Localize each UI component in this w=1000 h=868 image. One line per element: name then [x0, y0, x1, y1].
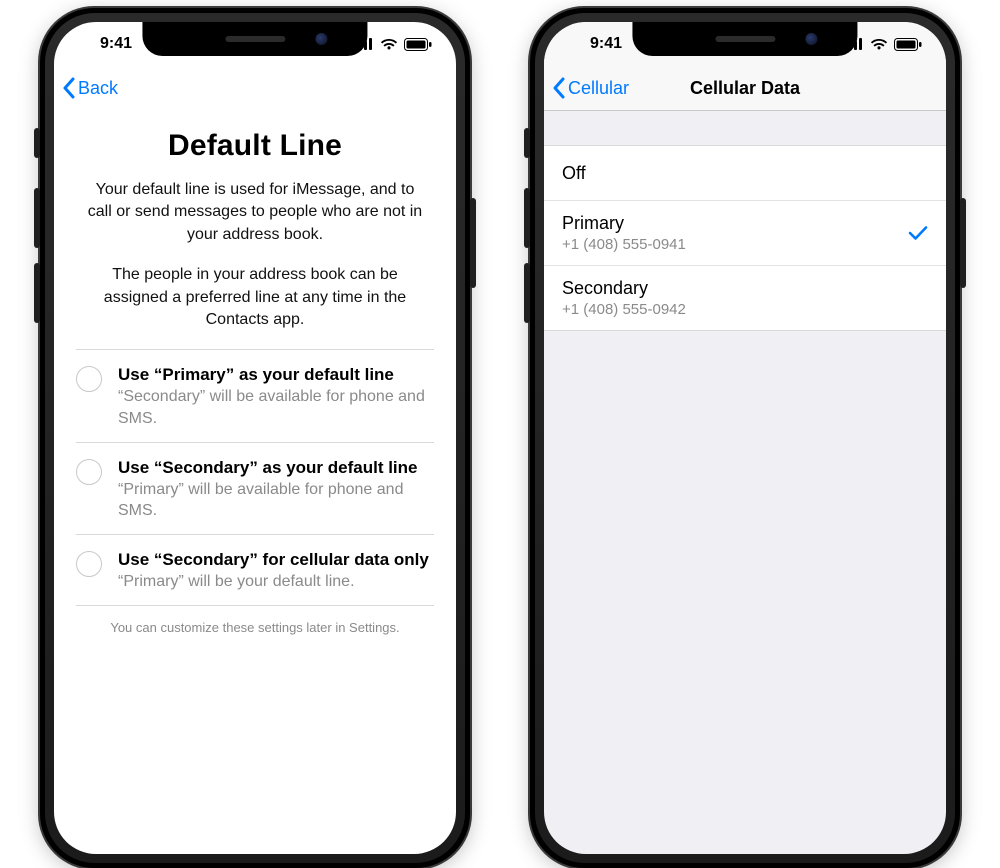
line-selection-group: Off Primary +1 (408) 555-0941 Secondary	[544, 145, 946, 331]
footer-note: You can customize these settings later i…	[76, 606, 434, 655]
speaker-grille	[715, 36, 775, 42]
radio-icon	[76, 366, 102, 392]
device-right: 9:41	[530, 8, 960, 868]
nav-bar: Back	[54, 66, 456, 111]
side-button	[470, 198, 476, 288]
screen: 9:41	[544, 22, 946, 854]
cell-off[interactable]: Off	[544, 146, 946, 201]
radio-icon	[76, 551, 102, 577]
option-secondary-default[interactable]: Use “Secondary” as your default line “Pr…	[76, 443, 434, 535]
mute-switch	[34, 128, 40, 158]
option-secondary-data-only[interactable]: Use “Secondary” for cellular data only “…	[76, 535, 434, 606]
description-1: Your default line is used for iMessage, …	[82, 179, 428, 246]
nav-bar: Cellular Cellular Data	[544, 66, 946, 111]
radio-icon	[76, 459, 102, 485]
volume-down-button	[524, 263, 530, 323]
side-button	[960, 198, 966, 288]
content: Default Line Your default line is used f…	[54, 129, 456, 655]
battery-icon	[894, 38, 922, 51]
option-subtitle: “Primary” will be your default line.	[118, 571, 429, 593]
front-camera	[806, 33, 818, 45]
status-time: 9:41	[576, 35, 636, 53]
option-title: Use “Secondary” as your default line	[118, 457, 434, 479]
back-button[interactable]: Back	[54, 77, 118, 99]
front-camera	[316, 33, 328, 45]
screen: 9:41	[54, 22, 456, 854]
cell-sublabel: +1 (408) 555-0941	[562, 236, 908, 253]
battery-icon	[404, 38, 432, 51]
cell-label: Secondary	[562, 278, 928, 299]
wifi-icon	[870, 38, 888, 50]
back-button[interactable]: Cellular	[544, 77, 629, 99]
chevron-left-icon	[552, 77, 566, 99]
device-left: 9:41	[40, 8, 470, 868]
speaker-grille	[225, 36, 285, 42]
mute-switch	[524, 128, 530, 158]
option-subtitle: “Secondary” will be available for phone …	[118, 386, 434, 429]
cell-primary[interactable]: Primary +1 (408) 555-0941	[544, 201, 946, 266]
status-time: 9:41	[86, 35, 146, 53]
back-label: Cellular	[568, 78, 629, 99]
notch	[142, 22, 367, 56]
option-title: Use “Primary” as your default line	[118, 364, 434, 386]
volume-down-button	[34, 263, 40, 323]
chevron-left-icon	[62, 77, 76, 99]
volume-up-button	[34, 188, 40, 248]
volume-up-button	[524, 188, 530, 248]
checkmark-icon	[908, 225, 928, 241]
cell-label: Primary	[562, 213, 908, 234]
options-list: Use “Primary” as your default line “Seco…	[76, 349, 434, 605]
cell-secondary[interactable]: Secondary +1 (408) 555-0942	[544, 266, 946, 330]
back-label: Back	[78, 78, 118, 99]
page-title: Default Line	[76, 129, 434, 163]
option-subtitle: “Primary” will be available for phone an…	[118, 479, 434, 522]
cell-label: Off	[562, 163, 928, 184]
wifi-icon	[380, 38, 398, 50]
notch	[632, 22, 857, 56]
option-title: Use “Secondary” for cellular data only	[118, 549, 429, 571]
option-primary-default[interactable]: Use “Primary” as your default line “Seco…	[76, 350, 434, 442]
stage: 9:41	[0, 0, 1000, 705]
description-2: The people in your address book can be a…	[82, 264, 428, 331]
cell-sublabel: +1 (408) 555-0942	[562, 301, 928, 318]
